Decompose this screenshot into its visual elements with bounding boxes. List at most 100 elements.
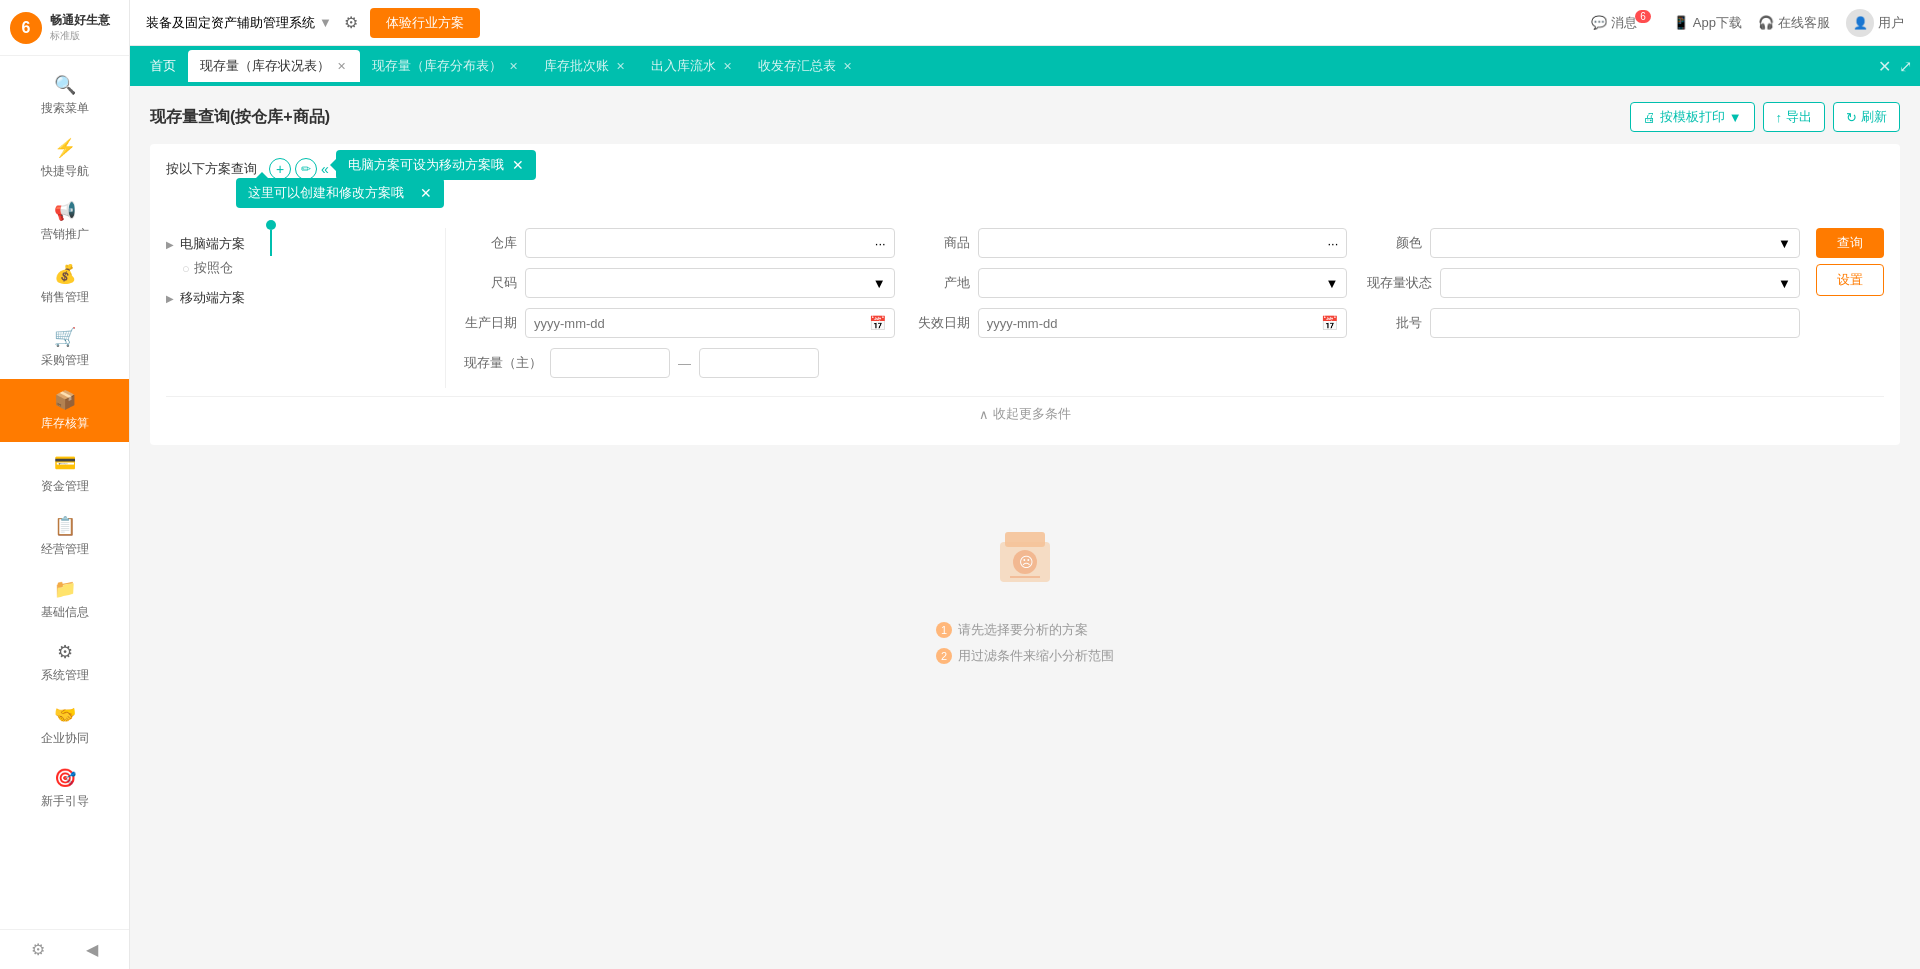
color-field: 颜色 ▼ — [1367, 228, 1800, 258]
batch-label: 批号 — [1367, 314, 1422, 332]
tab-batch-account[interactable]: 库存批次账 ✕ — [532, 50, 639, 82]
refresh-btn[interactable]: ↻ 刷新 — [1833, 102, 1900, 132]
tab-close-batch-account[interactable]: ✕ — [613, 59, 627, 73]
search-btn[interactable]: 查询 — [1816, 228, 1884, 258]
sidebar-item-system[interactable]: ⚙ 系统管理 — [0, 631, 129, 694]
header-settings-icon[interactable]: ⚙ — [344, 13, 358, 32]
scheme-add-btn[interactable]: + — [269, 158, 291, 180]
scheme-tree: ▶ 电脑端方案 ○ 按照仓 ▶ 移动端方案 — [166, 232, 429, 310]
close-all-tabs-icon[interactable]: ✕ — [1878, 57, 1891, 76]
batch-control — [1430, 308, 1800, 338]
tab-close-inventory-dist[interactable]: ✕ — [506, 59, 520, 73]
inventory-status-label: 现存量状态 — [1367, 274, 1432, 292]
expire-date-input-wrap[interactable]: 📅 — [978, 308, 1348, 338]
produce-date-label: 生产日期 — [462, 314, 517, 332]
inventory-status-chevron: ▼ — [1778, 276, 1791, 291]
size-label: 尺码 — [462, 274, 517, 292]
inventory-main-label: 现存量（主） — [462, 354, 542, 372]
export-icon: ↑ — [1776, 110, 1783, 125]
origin-control: ▼ — [978, 268, 1348, 298]
tab-inout-flow[interactable]: 出入库流水 ✕ — [639, 50, 746, 82]
filter-header-label: 按以下方案查询 — [166, 158, 257, 178]
sidebar-item-enterprise[interactable]: 🤝 企业协同 — [0, 694, 129, 757]
message-btn[interactable]: 💬 消息 6 — [1591, 14, 1657, 32]
filter-panel: 按以下方案查询 + ✏ « 电脑方案可设为移动方案哦 ✕ 这里可以创建和修改方案… — [150, 144, 1900, 445]
sidebar-item-marketing[interactable]: 📢 营销推广 — [0, 190, 129, 253]
system-icon: ⚙ — [57, 641, 73, 663]
inventory-min-input[interactable] — [550, 348, 670, 378]
origin-select[interactable]: ▼ — [978, 268, 1348, 298]
filter-action-btns: 查询 设置 — [1816, 228, 1884, 388]
tab-close-summary[interactable]: ✕ — [840, 59, 854, 73]
logo-text: 畅通好生意 标准版 — [50, 12, 110, 43]
system-title[interactable]: 装备及固定资产辅助管理系统 ▼ — [146, 14, 332, 32]
main-area: 装备及固定资产辅助管理系统 ▼ ⚙ 体验行业方案 💬 消息 6 📱 App下载 … — [130, 0, 1920, 969]
tree-expand-icon-2: ▶ — [166, 293, 174, 304]
scheme-edit-btn[interactable]: ✏ — [295, 158, 317, 180]
sidebar-item-guide[interactable]: 🎯 新手引导 — [0, 757, 129, 820]
tab-close-inout-flow[interactable]: ✕ — [720, 59, 734, 73]
size-select[interactable]: ▼ — [525, 268, 895, 298]
color-select[interactable]: ▼ — [1430, 228, 1800, 258]
settings-footer-btn[interactable]: ⚙ — [31, 940, 45, 959]
purchase-icon: 🛒 — [54, 326, 76, 348]
tab-close-inventory-status[interactable]: ✕ — [334, 59, 348, 73]
tab-home[interactable]: 首页 — [138, 50, 188, 82]
expire-date-label: 失效日期 — [915, 314, 970, 332]
online-service-btn[interactable]: 🎧 在线客服 — [1758, 14, 1830, 32]
app-download-btn[interactable]: 📱 App下载 — [1673, 14, 1742, 32]
finance-icon: 💳 — [54, 452, 76, 474]
industry-btn[interactable]: 体验行业方案 — [370, 8, 480, 38]
message-icon: 💬 — [1591, 15, 1607, 30]
pc-scheme-item[interactable]: ▶ 电脑端方案 — [166, 232, 429, 256]
tab-inventory-status[interactable]: 现存量（库存状况表） ✕ — [188, 50, 360, 82]
sidebar-item-purchase[interactable]: 🛒 采购管理 — [0, 316, 129, 379]
collapse-sidebar-btn[interactable]: ◀ — [86, 940, 98, 959]
collapse-up-icon: ∧ — [979, 407, 989, 422]
filter-row-1: 仓库 ··· 商品 — [462, 228, 1800, 258]
edit-tooltip-text: 这里可以创建和修改方案哦 — [248, 184, 404, 202]
search-icon: 🔍 — [54, 74, 76, 96]
warehouse-field: 仓库 ··· — [462, 228, 895, 258]
sub-item-dot: ○ — [182, 261, 190, 276]
sidebar-item-quick-nav[interactable]: ⚡ 快捷导航 — [0, 127, 129, 190]
expire-date-start-input[interactable] — [987, 316, 1322, 331]
produce-date-input-wrap[interactable]: 📅 — [525, 308, 895, 338]
calendar-icon-2: 📅 — [1321, 315, 1338, 331]
pc-scheme-sub: ○ 按照仓 — [182, 256, 429, 280]
export-btn[interactable]: ↑ 导出 — [1763, 102, 1826, 132]
sub-item-by-warehouse[interactable]: ○ 按照仓 — [182, 256, 429, 280]
expire-date-control: 📅 — [978, 308, 1348, 338]
sidebar-item-inventory[interactable]: 📦 库存核算 — [0, 379, 129, 442]
quick-nav-icon: ⚡ — [54, 137, 76, 159]
top-header: 装备及固定资产辅助管理系统 ▼ ⚙ 体验行业方案 💬 消息 6 📱 App下载 … — [130, 0, 1920, 46]
sidebar-item-finance[interactable]: 💳 资金管理 — [0, 442, 129, 505]
mobile-scheme-item[interactable]: ▶ 移动端方案 — [166, 286, 429, 310]
expire-date-field: 失效日期 📅 — [915, 308, 1348, 338]
tab-summary[interactable]: 收发存汇总表 ✕ — [746, 50, 866, 82]
set-btn[interactable]: 设置 — [1816, 264, 1884, 296]
scheme-tooltip-close[interactable]: ✕ — [512, 157, 524, 173]
inventory-max-input[interactable] — [699, 348, 819, 378]
inventory-status-select[interactable]: ▼ — [1440, 268, 1800, 298]
headset-icon: 🎧 — [1758, 15, 1774, 30]
size-chevron: ▼ — [873, 276, 886, 291]
user-btn[interactable]: 👤 用户 — [1846, 9, 1904, 37]
batch-input[interactable] — [1430, 308, 1800, 338]
sidebar-item-sales[interactable]: 💰 销售管理 — [0, 253, 129, 316]
fullscreen-icon[interactable]: ⤢ — [1899, 57, 1912, 76]
produce-date-start-input[interactable] — [534, 316, 869, 331]
sidebar-item-search[interactable]: 🔍 搜索菜单 — [0, 64, 129, 127]
dropdown-icon: ▼ — [319, 15, 332, 30]
edit-tooltip-close[interactable]: ✕ — [420, 185, 432, 201]
template-print-btn[interactable]: 🖨 按模板打印 ▼ — [1630, 102, 1755, 132]
tab-inventory-dist[interactable]: 现存量（库存分布表） ✕ — [360, 50, 532, 82]
scheme-arrow-left-btn[interactable]: « — [321, 161, 329, 177]
sidebar-item-operations[interactable]: 📋 经营管理 — [0, 505, 129, 568]
sidebar-item-basic-info[interactable]: 📁 基础信息 — [0, 568, 129, 631]
collapse-row[interactable]: ∧ 收起更多条件 — [166, 396, 1884, 431]
goods-select[interactable]: ··· — [978, 228, 1348, 258]
warehouse-select[interactable]: ··· — [525, 228, 895, 258]
tab-end-icons: ✕ ⤢ — [1878, 57, 1912, 76]
origin-field: 产地 ▼ — [915, 268, 1348, 298]
